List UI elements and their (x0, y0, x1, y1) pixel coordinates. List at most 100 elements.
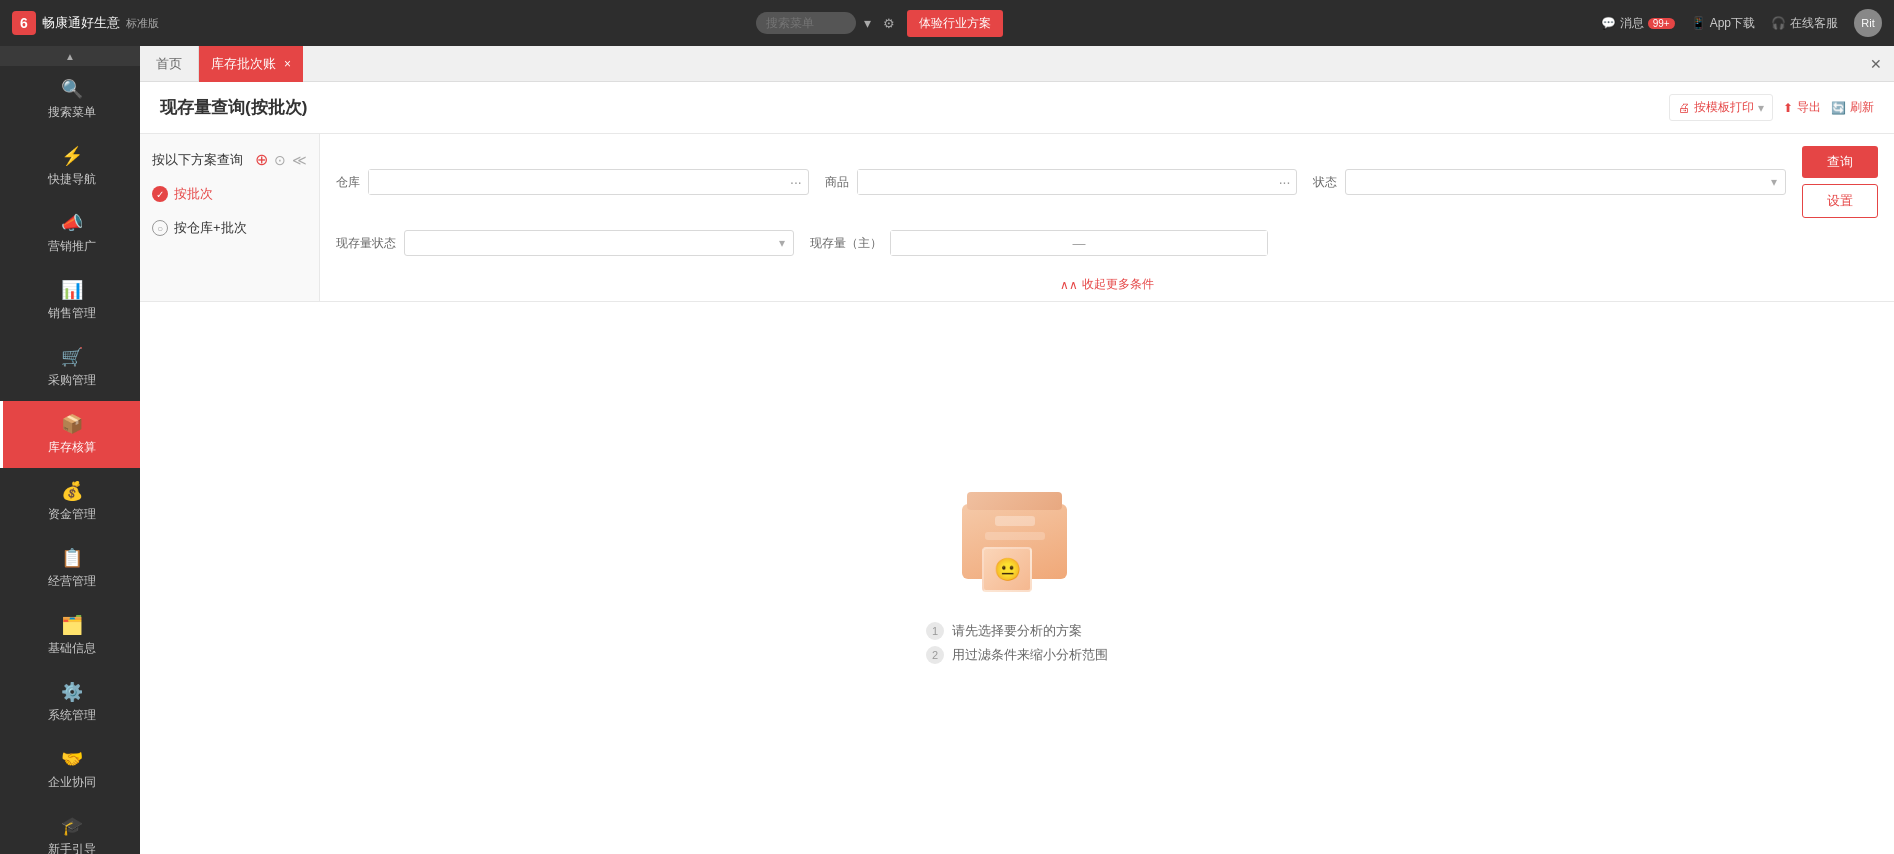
search-icon: 🔍 (61, 78, 83, 100)
settings-solution-icon[interactable]: ⊙ (274, 152, 286, 168)
hint-2: 2 用过滤条件来缩小分析范围 (926, 646, 1108, 664)
sidebar-item-collab[interactable]: 🤝 企业协同 (0, 736, 140, 803)
marketing-icon: 📣 (61, 212, 83, 234)
export-label: 导出 (1797, 99, 1821, 116)
tab-label: 库存批次账 (211, 55, 276, 73)
box-stripe (995, 516, 1035, 526)
collapse-solution-icon[interactable]: ≪ (292, 152, 307, 168)
print-icon: 🖨 (1678, 101, 1690, 115)
filter-row-1: 仓库 ··· 商品 ··· (336, 146, 1878, 218)
top-bar-left: 6 畅康通好生意 标准版 (12, 11, 159, 35)
empty-state: 😐 1 请先选择要分析的方案 2 用过滤条件来缩小分析范围 (140, 302, 1894, 854)
status-select[interactable]: ▾ (1345, 169, 1786, 195)
print-btn[interactable]: 🖨 按模板打印 ▾ (1669, 94, 1773, 121)
product-dots[interactable]: ··· (1273, 174, 1297, 190)
box-face: 😐 (982, 547, 1032, 592)
empty-illustration: 😐 (957, 492, 1077, 602)
panel-close-btn[interactable]: ✕ (1858, 56, 1894, 72)
box-emoji: 😐 (994, 557, 1021, 583)
sidebar-item-sales[interactable]: 📊 销售管理 (0, 267, 140, 334)
range-dash: — (1069, 236, 1090, 251)
content-area: 首页 库存批次账 × ✕ 现存量查询(按批次) 🖨 按模板打印 ▾ ⬆ 导出 (140, 46, 1894, 854)
solution-item-warehouse-batch[interactable]: ○ 按仓库+批次 (140, 211, 319, 245)
sidebar-item-marketing[interactable]: 📣 营销推广 (0, 200, 140, 267)
solution-header-icons: ⊕ ⊙ ≪ (255, 150, 307, 169)
inventory-status-label: 现存量状态 (336, 235, 396, 252)
sidebar-item-label: 销售管理 (48, 305, 96, 322)
solution-item-batch[interactable]: ✓ 按批次 (140, 177, 319, 211)
sidebar-item-inventory[interactable]: 📦 库存核算 (0, 401, 140, 468)
export-btn[interactable]: ⬆ 导出 (1783, 99, 1821, 116)
inventory-qty-field: 现存量（主） — (810, 230, 1268, 256)
page-header: 现存量查询(按批次) 🖨 按模板打印 ▾ ⬆ 导出 🔄 刷新 (140, 82, 1894, 134)
action-buttons: 查询 设置 (1802, 146, 1878, 218)
sidebar-item-operations[interactable]: 📋 经营管理 (0, 535, 140, 602)
version-badge: 标准版 (126, 16, 159, 31)
purchase-icon: 🛒 (61, 346, 83, 368)
page-actions: 🖨 按模板打印 ▾ ⬆ 导出 🔄 刷新 (1669, 94, 1874, 121)
finance-icon: 💰 (61, 480, 83, 502)
solution-label: 按仓库+批次 (174, 219, 247, 237)
sidebar-item-label: 营销推广 (48, 238, 96, 255)
warehouse-input-group: ··· (368, 169, 809, 195)
sidebar-item-label: 搜索菜单 (48, 104, 96, 121)
main-layout: ▲ 🔍 搜索菜单 ⚡ 快捷导航 📣 营销推广 📊 销售管理 🛒 采购管理 📦 库… (0, 46, 1894, 854)
sidebar-item-purchase[interactable]: 🛒 采购管理 (0, 334, 140, 401)
sidebar-scroll-top[interactable]: ▲ (0, 46, 140, 66)
user-action[interactable]: Rit (1854, 9, 1882, 37)
solution-header: 按以下方案查询 ⊕ ⊙ ≪ (140, 142, 319, 177)
sidebar-item-label: 资金管理 (48, 506, 96, 523)
sidebar-item-basics[interactable]: 🗂️ 基础信息 (0, 602, 140, 669)
warehouse-field: 仓库 ··· (336, 169, 809, 195)
product-input[interactable] (858, 170, 1273, 194)
sidebar-item-label: 企业协同 (48, 774, 96, 791)
collapse-label: 收起更多条件 (1082, 276, 1154, 293)
page-title: 现存量查询(按批次) (160, 96, 307, 119)
sidebar-item-search[interactable]: 🔍 搜索菜单 (0, 66, 140, 133)
sidebar-item-quicknav[interactable]: ⚡ 快捷导航 (0, 133, 140, 200)
settings-button[interactable]: 设置 (1802, 184, 1878, 218)
solution-active-icon: ✓ (152, 186, 168, 202)
warehouse-input[interactable] (369, 170, 784, 194)
inventory-status-field: 现存量状态 ▾ (336, 230, 794, 256)
box-stripe2 (985, 532, 1045, 540)
inventory-status-select[interactable]: ▾ (404, 230, 794, 256)
message-icon: 💬 (1601, 16, 1616, 30)
experience-btn[interactable]: 体验行业方案 (907, 10, 1003, 37)
settings-gear-icon[interactable]: ⚙ (879, 13, 899, 33)
app-download-action[interactable]: 📱 App下载 (1691, 15, 1755, 32)
sidebar-item-label: 系统管理 (48, 707, 96, 724)
sidebar-item-newbie[interactable]: 🎓 新手引导 (0, 803, 140, 854)
product-label: 商品 (825, 174, 849, 191)
online-service-action[interactable]: 🎧 在线客服 (1771, 15, 1838, 32)
chevron-down-icon: ▾ (779, 236, 785, 250)
add-solution-icon[interactable]: ⊕ (255, 150, 268, 169)
chevron-down-icon[interactable]: ▾ (864, 15, 871, 31)
menu-search-input[interactable] (756, 12, 856, 34)
query-button[interactable]: 查询 (1802, 146, 1878, 178)
inventory-qty-from[interactable] (891, 231, 1069, 255)
tab-home[interactable]: 首页 (140, 46, 199, 82)
sidebar-item-label: 新手引导 (48, 841, 96, 854)
product-input-group: ··· (857, 169, 1298, 195)
messages-action[interactable]: 💬 消息 99+ (1601, 15, 1675, 32)
warehouse-dots[interactable]: ··· (784, 174, 808, 190)
headset-icon: 🎧 (1771, 16, 1786, 30)
sidebar-item-label: 经营管理 (48, 573, 96, 590)
inventory-qty-range: — (890, 230, 1268, 256)
basics-icon: 🗂️ (61, 614, 83, 636)
logo-icon: 6 (12, 11, 36, 35)
online-service-label: 在线客服 (1790, 15, 1838, 32)
system-icon: ⚙️ (61, 681, 83, 703)
collapse-btn[interactable]: ∧∧ 收起更多条件 (336, 268, 1878, 301)
company-name: 畅康通好生意 (42, 14, 120, 32)
sidebar-item-finance[interactable]: 💰 资金管理 (0, 468, 140, 535)
tab-inventory-batch[interactable]: 库存批次账 × (199, 46, 303, 82)
empty-hints: 1 请先选择要分析的方案 2 用过滤条件来缩小分析范围 (926, 622, 1108, 664)
sidebar-item-label: 采购管理 (48, 372, 96, 389)
sidebar-item-system[interactable]: ⚙️ 系统管理 (0, 669, 140, 736)
filter-layout: 按以下方案查询 ⊕ ⊙ ≪ ✓ 按批次 ○ 按仓库+批次 (140, 134, 1894, 301)
refresh-btn[interactable]: 🔄 刷新 (1831, 99, 1874, 116)
tab-close-icon[interactable]: × (284, 57, 291, 71)
inventory-qty-to[interactable] (1090, 231, 1268, 255)
